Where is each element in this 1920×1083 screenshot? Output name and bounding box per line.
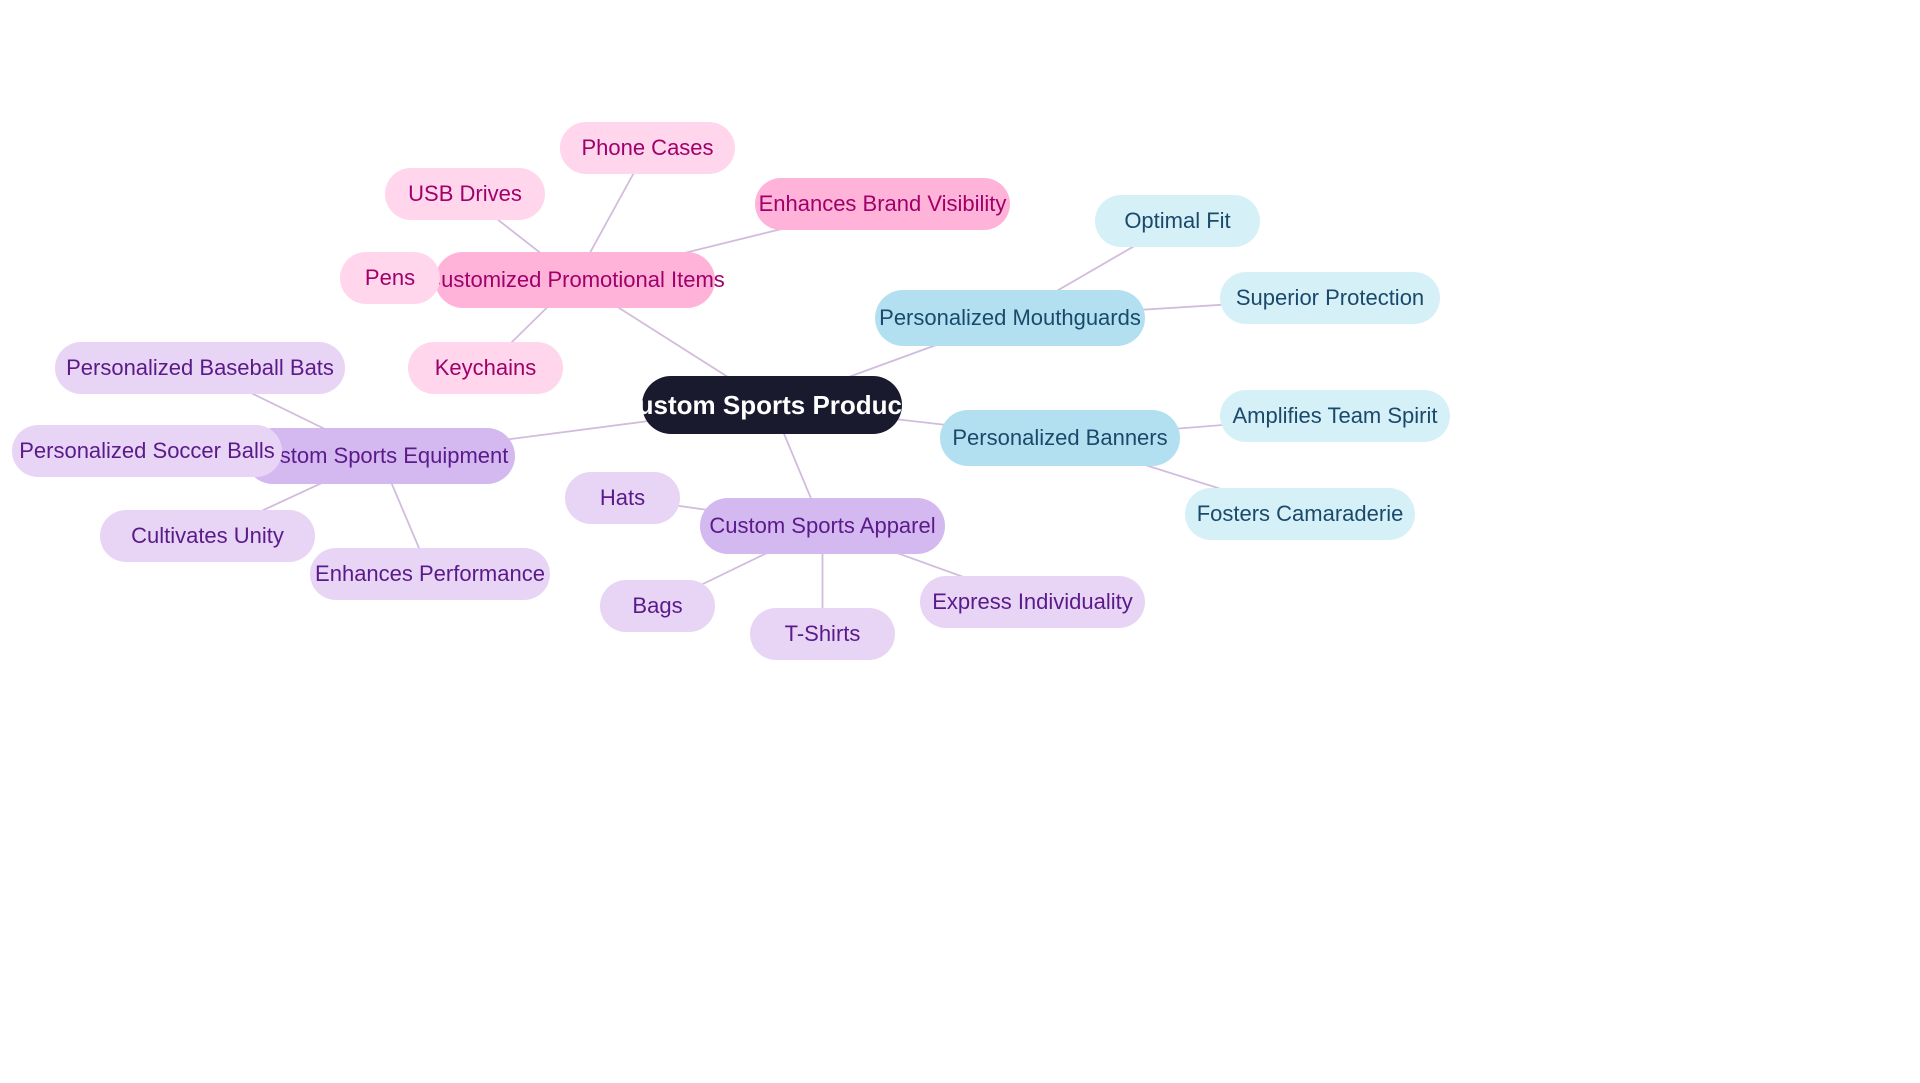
usb-drives-node: USB Drives <box>385 168 545 220</box>
pens-label: Pens <box>365 265 415 291</box>
pens-node: Pens <box>340 252 440 304</box>
t-shirts-label: T-Shirts <box>785 621 861 647</box>
center-label: Custom Sports Products <box>619 390 925 421</box>
keychains-label: Keychains <box>435 355 537 381</box>
fosters-camaraderie-node: Fosters Camaraderie <box>1185 488 1415 540</box>
custom-sports-apparel-label: Custom Sports Apparel <box>709 513 935 539</box>
phone-cases-label: Phone Cases <box>581 135 713 161</box>
personalized-soccer-balls-label: Personalized Soccer Balls <box>19 438 275 464</box>
personalized-mouthguards-node: Personalized Mouthguards <box>875 290 1145 346</box>
express-individuality-node: Express Individuality <box>920 576 1145 628</box>
personalized-soccer-balls-node: Personalized Soccer Balls <box>12 425 282 477</box>
enhances-performance-node: Enhances Performance <box>310 548 550 600</box>
express-individuality-label: Express Individuality <box>932 589 1133 615</box>
bags-label: Bags <box>632 593 682 619</box>
cultivates-unity-label: Cultivates Unity <box>131 523 284 549</box>
usb-drives-label: USB Drives <box>408 181 522 207</box>
superior-protection-node: Superior Protection <box>1220 272 1440 324</box>
amplifies-team-spirit-label: Amplifies Team Spirit <box>1233 403 1438 429</box>
enhances-brand-node: Enhances Brand Visibility <box>755 178 1010 230</box>
customized-promotional-label: Customized Promotional Items <box>425 267 725 293</box>
bags-node: Bags <box>600 580 715 632</box>
center-node: Custom Sports Products <box>642 376 902 434</box>
custom-sports-equipment-node: Custom Sports Equipment <box>245 428 515 484</box>
enhances-brand-label: Enhances Brand Visibility <box>759 191 1007 217</box>
optimal-fit-label: Optimal Fit <box>1124 208 1230 234</box>
custom-sports-equipment-label: Custom Sports Equipment <box>252 443 509 469</box>
t-shirts-node: T-Shirts <box>750 608 895 660</box>
phone-cases-node: Phone Cases <box>560 122 735 174</box>
personalized-baseball-bats-node: Personalized Baseball Bats <box>55 342 345 394</box>
cultivates-unity-node: Cultivates Unity <box>100 510 315 562</box>
personalized-banners-label: Personalized Banners <box>952 425 1167 451</box>
customized-promotional-node: Customized Promotional Items <box>435 252 715 308</box>
hats-node: Hats <box>565 472 680 524</box>
fosters-camaraderie-label: Fosters Camaraderie <box>1197 501 1404 527</box>
custom-sports-apparel-node: Custom Sports Apparel <box>700 498 945 554</box>
personalized-banners-node: Personalized Banners <box>940 410 1180 466</box>
personalized-mouthguards-label: Personalized Mouthguards <box>879 305 1141 331</box>
hats-label: Hats <box>600 485 645 511</box>
enhances-performance-label: Enhances Performance <box>315 561 545 587</box>
optimal-fit-node: Optimal Fit <box>1095 195 1260 247</box>
superior-protection-label: Superior Protection <box>1236 285 1424 311</box>
keychains-node: Keychains <box>408 342 563 394</box>
amplifies-team-spirit-node: Amplifies Team Spirit <box>1220 390 1450 442</box>
personalized-baseball-bats-label: Personalized Baseball Bats <box>66 355 334 381</box>
